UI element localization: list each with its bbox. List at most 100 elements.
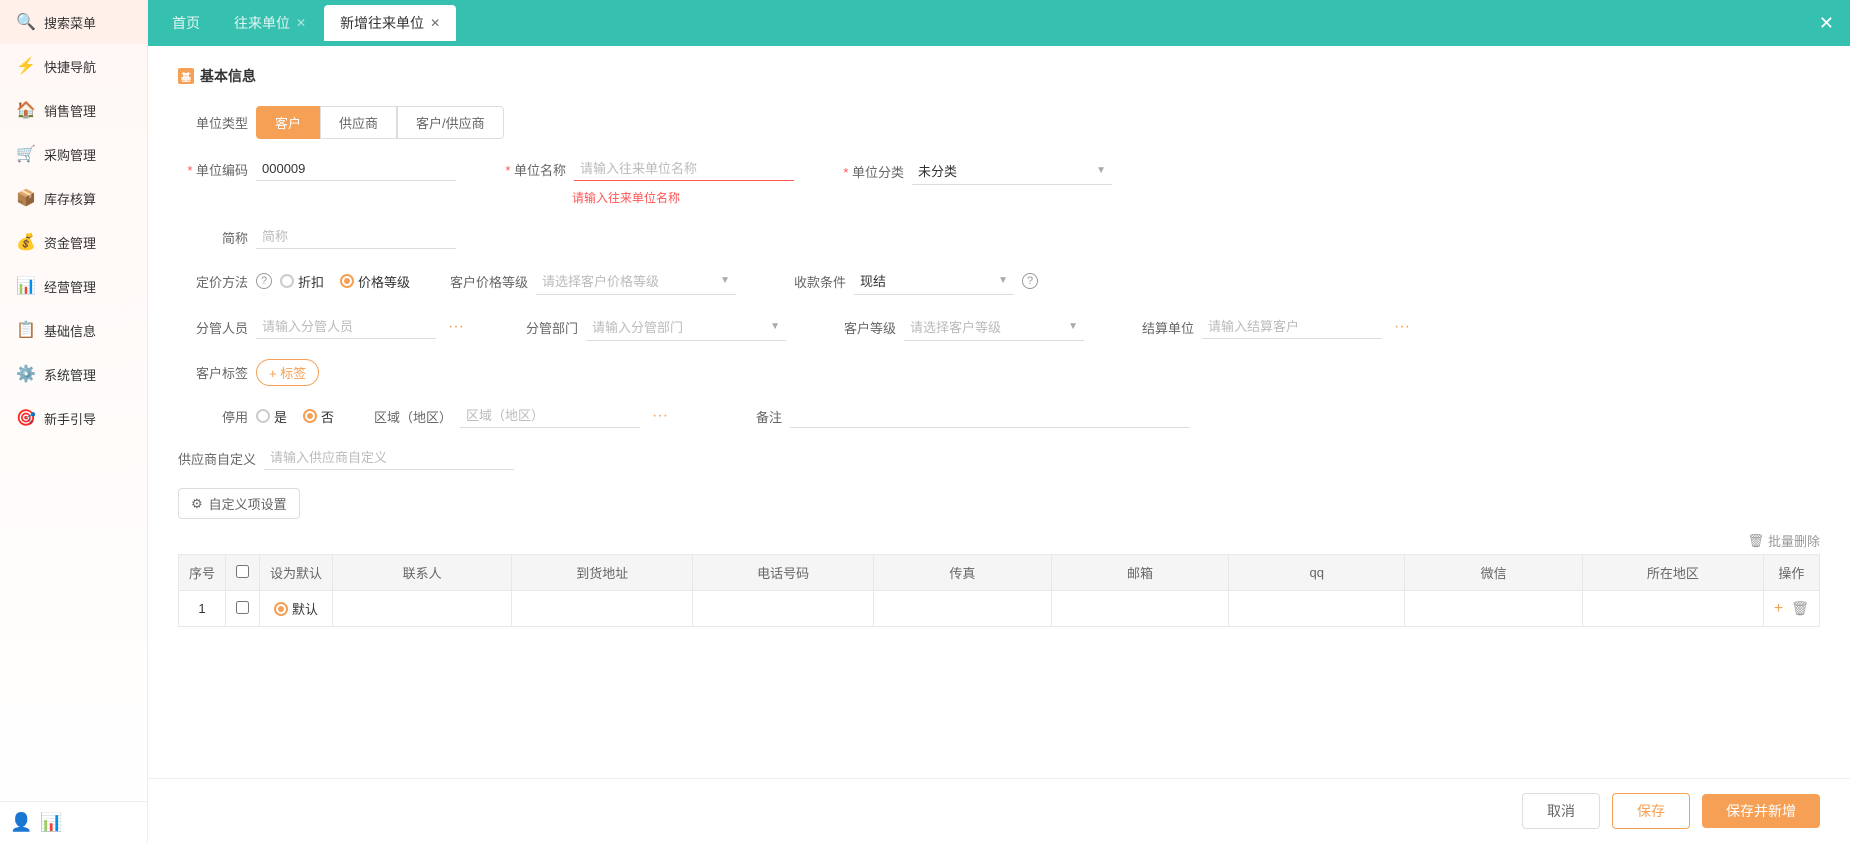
th-phone: 电话号码 <box>693 555 874 591</box>
payment-terms-group: 收款条件 现结 ▼ ? <box>776 267 1038 295</box>
sidebar-item-purchase[interactable]: 🛒 采购管理 <box>0 132 147 176</box>
customer-level-placeholder: 请选择客户等级 <box>910 317 1001 336</box>
section-title-text: 基本信息 <box>200 66 256 86</box>
tab-new-partner-close[interactable]: ✕ <box>430 16 440 30</box>
payment-terms-label: 收款条件 <box>776 272 846 291</box>
batch-delete-label[interactable]: 批量删除 <box>1768 531 1820 550</box>
row-default-cell: 默认 <box>260 591 333 627</box>
sidebar-item-system[interactable]: ⚙️ 系统管理 <box>0 352 147 396</box>
department-select[interactable]: 请输入分管部门 ▼ <box>586 313 786 341</box>
region-input[interactable] <box>460 404 640 428</box>
custom-settings-button[interactable]: ⚙ 自定义项设置 <box>178 488 300 519</box>
customer-level-select[interactable]: 请选择客户等级 ▼ <box>904 313 1084 341</box>
tab-partner[interactable]: 往来单位 ✕ <box>218 5 322 41</box>
row-add-btn[interactable]: + <box>1774 600 1783 618</box>
row-delete-btn[interactable]: 🗑 <box>1791 600 1809 617</box>
custom-settings-label: 自定义项设置 <box>209 494 287 513</box>
cancel-button[interactable]: 取消 <box>1522 793 1600 829</box>
system-icon: ⚙️ <box>16 364 36 384</box>
sidebar-item-quick-nav[interactable]: ⚡ 快捷导航 <box>0 44 147 88</box>
save-new-button[interactable]: 保存并新增 <box>1702 794 1820 828</box>
sidebar-extra-icon: 📊 <box>40 812 62 833</box>
add-tag-button[interactable]: + 标签 <box>256 359 319 386</box>
location-input[interactable] <box>1593 601 1753 616</box>
supplier-custom-row: 供应商自定义 <box>178 446 1820 470</box>
disabled-radio-group: 是 否 <box>256 407 334 426</box>
region-dots[interactable]: ··· <box>648 407 672 425</box>
sidebar-item-finance[interactable]: 💰 资金管理 <box>0 220 147 264</box>
search-icon: 🔍 <box>16 12 36 32</box>
row-checkbox[interactable] <box>236 601 249 614</box>
gear-icon: ⚙ <box>191 496 203 512</box>
disabled-no-circle <box>303 409 317 423</box>
sidebar-item-basic-info[interactable]: 📋 基础信息 <box>0 308 147 352</box>
sidebar-item-inventory[interactable]: 📦 库存核算 <box>0 176 147 220</box>
inventory-icon: 📦 <box>16 188 36 208</box>
row-wechat[interactable] <box>1405 591 1583 627</box>
type-btn-both[interactable]: 客户/供应商 <box>397 106 504 139</box>
payment-help-icon[interactable]: ? <box>1022 273 1038 289</box>
row-contact[interactable] <box>333 591 512 627</box>
unit-name-input[interactable] <box>574 157 794 181</box>
form-content: 基 基本信息 单位类型 客户 供应商 客户/供应商 单位编码 <box>148 46 1850 778</box>
th-address: 到货地址 <box>512 555 693 591</box>
unit-category-value: 未分类 <box>918 161 957 180</box>
wechat-input[interactable] <box>1415 601 1572 616</box>
unit-category-select[interactable]: 未分类 ▼ <box>912 157 1112 185</box>
row-email[interactable] <box>1051 591 1229 627</box>
address-input[interactable] <box>522 601 682 616</box>
short-name-input[interactable] <box>256 225 456 249</box>
sidebar-item-search[interactable]: 🔍 搜索菜单 <box>0 0 147 44</box>
settlement-dots[interactable]: ··· <box>1390 318 1414 336</box>
row-qq[interactable] <box>1229 591 1405 627</box>
row-phone[interactable] <box>693 591 874 627</box>
fax-input[interactable] <box>884 601 1041 616</box>
unit-code-input[interactable] <box>256 157 456 181</box>
tab-home[interactable]: 首页 <box>156 5 216 41</box>
disabled-yes[interactable]: 是 <box>256 407 287 426</box>
unit-main-row: 单位编码 单位名称 请输入往来单位名称 单位分类 未分类 ▼ <box>178 157 1820 207</box>
manager-input[interactable] <box>256 315 436 339</box>
type-btn-customer[interactable]: 客户 <box>256 106 320 139</box>
row-location[interactable] <box>1582 591 1763 627</box>
unit-category-chevron: ▼ <box>1096 165 1106 176</box>
remark-input[interactable] <box>790 404 1190 428</box>
email-input[interactable] <box>1062 601 1219 616</box>
sidebar-item-operation[interactable]: 📊 经营管理 <box>0 264 147 308</box>
price-level-radio-circle <box>340 274 354 288</box>
contact-input[interactable] <box>343 601 501 616</box>
customer-tag-group: 客户标签 + 标签 <box>178 359 319 386</box>
row-default-radio[interactable] <box>274 602 288 616</box>
pricing-help-icon[interactable]: ? <box>256 273 272 289</box>
manager-dots[interactable]: ··· <box>444 318 468 336</box>
phone-input[interactable] <box>703 601 863 616</box>
unit-name-error: 请输入往来单位名称 <box>572 191 680 205</box>
sales-icon: 🏠 <box>16 100 36 120</box>
quick-nav-icon: ⚡ <box>16 56 36 76</box>
row-fax[interactable] <box>874 591 1052 627</box>
disabled-no[interactable]: 否 <box>303 407 334 426</box>
save-button[interactable]: 保存 <box>1612 793 1690 829</box>
sidebar-item-guide[interactable]: 🎯 新手引导 <box>0 396 147 440</box>
select-all-checkbox[interactable] <box>236 565 249 578</box>
tab-new-partner[interactable]: 新增往来单位 ✕ <box>324 5 456 41</box>
payment-terms-select[interactable]: 现结 ▼ <box>854 267 1014 295</box>
row-default-label: 默认 <box>292 599 318 618</box>
pricing-radio-price-level[interactable]: 价格等级 <box>340 272 410 291</box>
qq-input[interactable] <box>1239 601 1394 616</box>
unit-category-label: 单位分类 <box>834 162 904 181</box>
unit-code-group: 单位编码 <box>178 157 456 181</box>
supplier-custom-input[interactable] <box>264 446 514 470</box>
pricing-radio-discount[interactable]: 折扣 <box>280 272 324 291</box>
tab-partner-close[interactable]: ✕ <box>296 16 306 30</box>
row-actions: + 🗑 <box>1763 591 1819 627</box>
row-address[interactable] <box>512 591 693 627</box>
customer-price-level-select[interactable]: 请选择客户价格等级 ▼ <box>536 267 736 295</box>
sidebar-item-sales[interactable]: 🏠 销售管理 <box>0 88 147 132</box>
disabled-yes-circle <box>256 409 270 423</box>
type-btn-supplier[interactable]: 供应商 <box>320 106 397 139</box>
window-close-button[interactable]: ✕ <box>1811 9 1842 38</box>
customer-price-level-label: 客户价格等级 <box>450 272 528 291</box>
manager-row: 分管人员 ··· 分管部门 请输入分管部门 ▼ 客户等级 请选择客户等级 ▼ <box>178 313 1820 341</box>
settlement-input[interactable] <box>1202 315 1382 339</box>
